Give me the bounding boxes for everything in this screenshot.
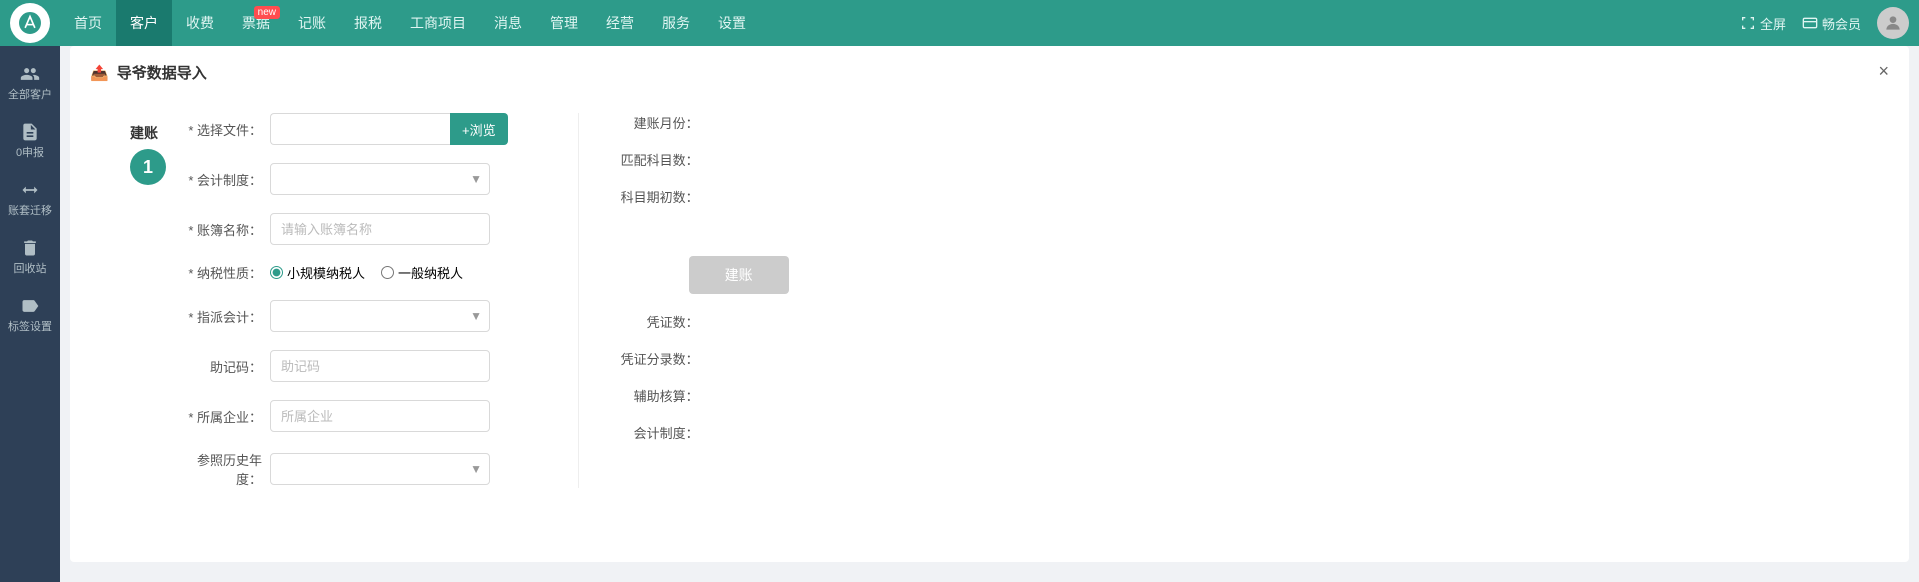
- right-accounting-system-label: 会计制度：: [609, 423, 699, 442]
- form-right-panel: 建账月份： 匹配科目数： 科目期初数： 建账 凭证数：: [609, 113, 1889, 488]
- tax-type-radio-group: 小规模纳税人 一般纳税人: [270, 263, 463, 282]
- import-icon: 📤: [90, 64, 109, 82]
- accountant-row: * 指派会计： ▼: [182, 300, 508, 332]
- build-month-label: 建账月份：: [609, 113, 699, 132]
- nav-item-home[interactable]: 首页: [60, 0, 116, 46]
- match-subjects-row: 匹配科目数：: [609, 150, 1889, 169]
- accounting-system-select[interactable]: [270, 163, 490, 195]
- build-account-button[interactable]: 建账: [689, 256, 789, 294]
- nav-item-customers[interactable]: 客户: [116, 0, 172, 46]
- form-divider: [578, 113, 579, 488]
- company-input[interactable]: [270, 400, 490, 432]
- sidebar-item-account-migration[interactable]: 账套迁移: [0, 172, 60, 226]
- small-taxpayer-radio[interactable]: [270, 266, 283, 279]
- ledger-name-input[interactable]: [270, 213, 490, 245]
- sidebar: 全部客户 0申报 账套迁移 回收站 标签设置: [0, 46, 60, 582]
- nav-item-settings[interactable]: 设置: [704, 0, 760, 46]
- user-avatar[interactable]: [1877, 7, 1909, 39]
- nav-item-bookkeeping[interactable]: 记账: [284, 0, 340, 46]
- voucher-records-label: 凭证分录数：: [609, 349, 699, 368]
- accounting-system-select-wrapper: ▼: [270, 163, 490, 195]
- accountant-select-wrapper: ▼: [270, 300, 490, 332]
- ledger-name-row: * 账簿名称：: [182, 213, 508, 245]
- nav-item-operations[interactable]: 经营: [592, 0, 648, 46]
- fullscreen-btn[interactable]: 全屏: [1740, 14, 1786, 33]
- sidebar-item-all-customers[interactable]: 全部客户: [0, 56, 60, 110]
- history-year-label: 参照历史年度：: [182, 450, 262, 488]
- small-taxpayer-option[interactable]: 小规模纳税人: [270, 263, 365, 282]
- file-row: * 选择文件： +浏览: [182, 113, 508, 145]
- tax-type-row: * 纳税性质： 小规模纳税人 一般纳税人: [182, 263, 508, 282]
- nav-item-tax[interactable]: 报税: [340, 0, 396, 46]
- nav-items-list: 首页 客户 收费 票据 new 记账 报税 工商项目 消息 管理 经营 服务 设…: [60, 0, 1740, 46]
- app-logo[interactable]: [10, 3, 50, 43]
- aux-accounting-label: 辅助核算：: [609, 386, 699, 405]
- main-content: 📤 导爷数据导入 × 建账 1 * 选择文件：: [60, 46, 1919, 582]
- nav-item-business[interactable]: 工商项目: [396, 0, 480, 46]
- memo-code-row: 助记码：: [182, 350, 508, 382]
- page-header: 📤 导爷数据导入: [90, 62, 1889, 83]
- memo-code-input[interactable]: [270, 350, 490, 382]
- close-button[interactable]: ×: [1878, 62, 1889, 80]
- sidebar-item-zero-declaration[interactable]: 0申报: [0, 114, 60, 168]
- page-title: 导爷数据导入: [117, 62, 207, 83]
- form-wrapper: 建账 1 * 选择文件： +浏览: [90, 113, 1889, 488]
- page-area: 📤 导爷数据导入 × 建账 1 * 选择文件：: [70, 46, 1909, 562]
- accountant-label: * 指派会计：: [182, 307, 262, 326]
- file-input-wrapper: +浏览: [270, 113, 508, 145]
- voucher-label: 凭证数：: [609, 312, 699, 331]
- accounting-system-label: * 会计制度：: [182, 170, 262, 189]
- file-label: * 选择文件：: [182, 120, 262, 139]
- nav-item-messages[interactable]: 消息: [480, 0, 536, 46]
- subject-init-row: 科目期初数：: [609, 187, 1889, 206]
- ledger-name-label: * 账簿名称：: [182, 220, 262, 239]
- sidebar-item-tag-settings[interactable]: 标签设置: [0, 288, 60, 342]
- general-taxpayer-radio[interactable]: [381, 266, 394, 279]
- form-fields: * 选择文件： +浏览 * 会计制度： ▼: [182, 113, 508, 488]
- voucher-records-row: 凭证分录数：: [609, 349, 1889, 368]
- section-label: 建账: [130, 123, 158, 143]
- build-month-row: 建账月份：: [609, 113, 1889, 132]
- browse-button[interactable]: +浏览: [450, 113, 508, 145]
- sidebar-item-recycle-bin[interactable]: 回收站: [0, 230, 60, 284]
- form-left-section: 建账 1 * 选择文件： +浏览: [90, 113, 548, 488]
- right-accounting-system-row: 会计制度：: [609, 423, 1889, 442]
- accountant-select[interactable]: [270, 300, 490, 332]
- nav-item-billing[interactable]: 收费: [172, 0, 228, 46]
- company-label: * 所属企业：: [182, 407, 262, 426]
- memo-code-label: 助记码：: [182, 357, 262, 376]
- nav-item-management[interactable]: 管理: [536, 0, 592, 46]
- aux-accounting-row: 辅助核算：: [609, 386, 1889, 405]
- company-row: * 所属企业：: [182, 400, 508, 432]
- nav-item-services[interactable]: 服务: [648, 0, 704, 46]
- step-circle: 1: [130, 149, 166, 185]
- history-year-row: 参照历史年度： ▼: [182, 450, 508, 488]
- match-subjects-label: 匹配科目数：: [609, 150, 699, 169]
- nav-right-actions: 全屏 畅会员: [1740, 7, 1909, 39]
- tax-type-label: * 纳税性质：: [182, 263, 262, 282]
- member-btn[interactable]: 畅会员: [1802, 14, 1861, 33]
- accounting-system-row: * 会计制度： ▼: [182, 163, 508, 195]
- nav-item-invoices[interactable]: 票据 new: [228, 0, 284, 46]
- new-badge: new: [254, 6, 280, 19]
- voucher-row: 凭证数：: [609, 312, 1889, 331]
- file-text-input[interactable]: [270, 113, 450, 145]
- general-taxpayer-option[interactable]: 一般纳税人: [381, 263, 463, 282]
- subject-init-label: 科目期初数：: [609, 187, 699, 206]
- history-year-select-wrapper: ▼: [270, 453, 490, 485]
- history-year-select[interactable]: [270, 453, 490, 485]
- top-navigation: 首页 客户 收费 票据 new 记账 报税 工商项目 消息 管理 经营 服务 设…: [0, 0, 1919, 46]
